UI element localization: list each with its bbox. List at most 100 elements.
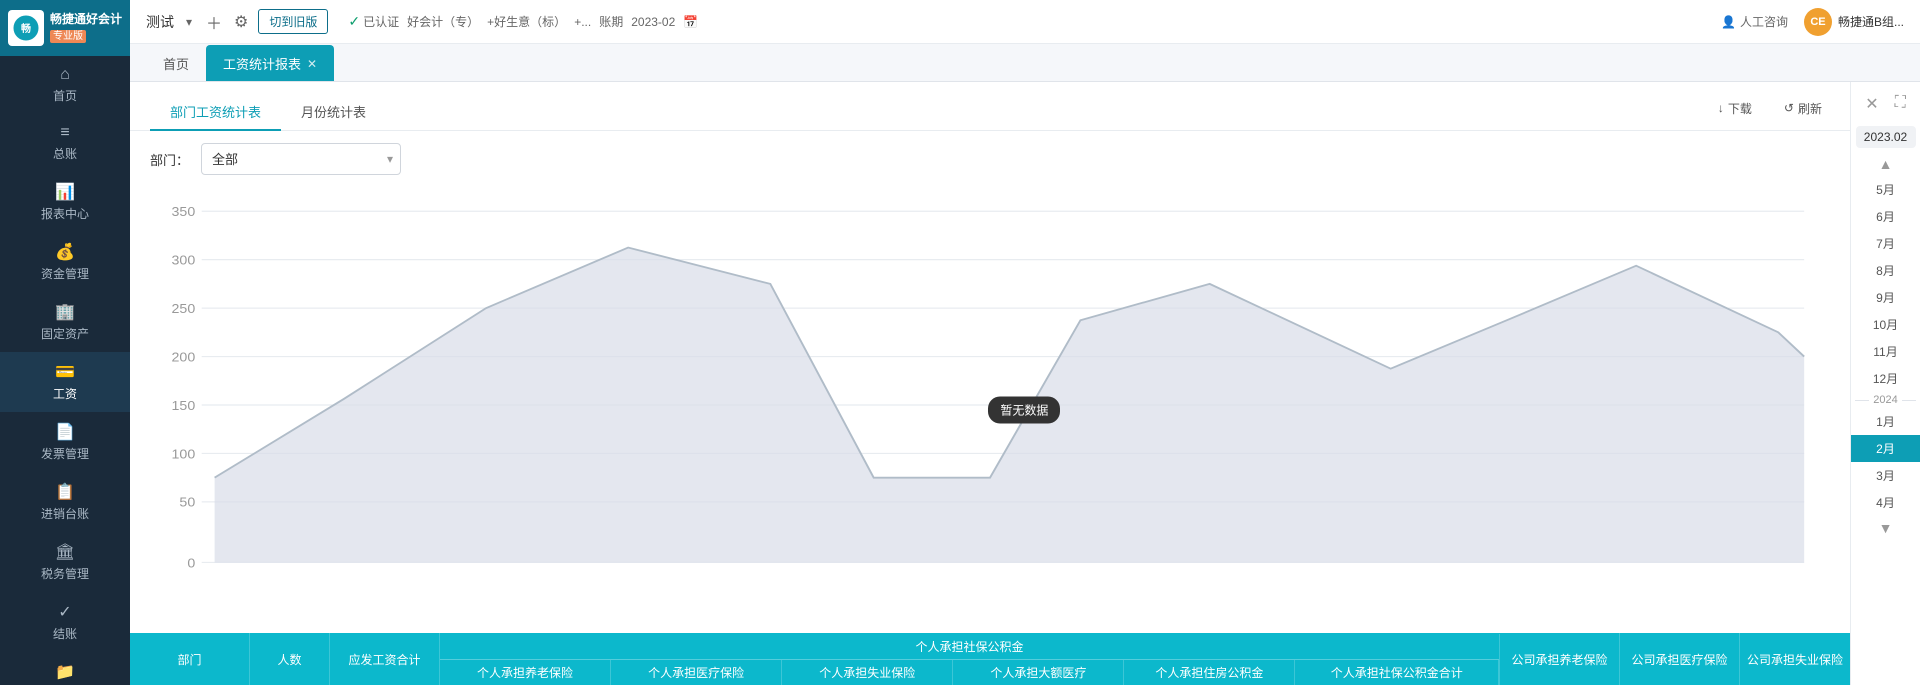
sub-tabs: 部门工资统计表 月份统计表 ↓ 下载 ↺ 刷新 (130, 82, 1850, 131)
download-button[interactable]: ↓ 下载 (1710, 96, 1760, 121)
svg-text:100: 100 (172, 447, 196, 462)
panel-top-buttons: ✕ ⛶ (1851, 90, 1920, 118)
sidebar-item-settle[interactable]: ✓ 结账 (0, 592, 130, 652)
sidebar-item-archive[interactable]: 📁 归档管理 (0, 652, 130, 685)
topbar-right: 👤 人工咨询 CE 畅捷通B组... (1721, 8, 1904, 36)
svg-text:畅: 畅 (21, 22, 31, 35)
sidebar-item-tax[interactable]: 🏛 税务管理 (0, 532, 130, 592)
tab-salary-report[interactable]: 工资统计报表 ✕ (206, 45, 334, 81)
check-icon: ✓ (348, 13, 360, 30)
group-label: 个人承担社保公积金 (440, 634, 1499, 660)
help-button[interactable]: 👤 人工咨询 (1721, 13, 1788, 30)
month-8[interactable]: 8月 (1851, 257, 1920, 284)
col-salary-total: 应发工资合计 (330, 633, 440, 685)
year-2024-label: 2024 (1869, 394, 1901, 406)
invoice-icon: 📄 (55, 422, 75, 442)
sidebar-item-label: 报表中心 (41, 205, 89, 222)
reports-icon: 📊 (55, 182, 75, 202)
settings-button[interactable]: ⚙ (232, 10, 250, 34)
sidebar-item-ledger[interactable]: ≡ 总账 (0, 114, 130, 172)
sub-tab-dept[interactable]: 部门工资统计表 (150, 94, 281, 131)
sidebar-logo: 畅 畅捷通好会计 专业版 (0, 0, 130, 56)
month-2024-3[interactable]: 3月 (1851, 462, 1920, 489)
col-medical: 个人承担医疗保险 (611, 660, 782, 685)
main-content: 测试 ▾ ＋ ⚙ 切到旧版 ✓ 已认证 好会计（专） +好生意（标） +... … (130, 0, 1920, 685)
sidebar-item-home[interactable]: ⌂ 首页 (0, 56, 130, 114)
sidebar-item-label: 固定资产 (41, 325, 89, 342)
sidebar-item-label: 总账 (53, 145, 77, 162)
sub-tab-monthly[interactable]: 月份统计表 (281, 94, 386, 131)
sidebar-item-salary[interactable]: 💳 工资 (0, 352, 130, 412)
dept-select-wrapper: 全部 ▾ (201, 143, 401, 175)
calendar-icon[interactable]: 📅 (683, 15, 698, 29)
company-name: 测试 (146, 12, 174, 32)
sidebar-item-label: 工资 (53, 385, 77, 402)
month-2024-4[interactable]: 4月 (1851, 489, 1920, 516)
sidebar-nav: ⌂ 首页 ≡ 总账 📊 报表中心 💰 资金管理 🏢 固定资产 💳 工资 📄 发票… (0, 56, 130, 685)
sidebar-item-label: 资金管理 (41, 265, 89, 282)
panel-close-button[interactable]: ✕ (1861, 90, 1882, 118)
col-co-medical: 公司承担医疗保险 (1620, 633, 1740, 685)
month-2024-1[interactable]: 1月 (1851, 408, 1920, 435)
refresh-button[interactable]: ↺ 刷新 (1776, 96, 1830, 121)
month-2024-2[interactable]: 2月 (1851, 435, 1920, 462)
col-co-unemployment: 公司承担失业保险 (1740, 633, 1850, 685)
topbar-actions: ＋ ⚙ 切到旧版 (204, 8, 328, 36)
month-7[interactable]: 7月 (1851, 230, 1920, 257)
sidebar-item-reports[interactable]: 📊 报表中心 (0, 172, 130, 232)
salary-icon: 💳 (55, 362, 75, 382)
month-nav-up[interactable]: ▲ (1875, 152, 1897, 176)
sidebar-item-funds[interactable]: 💰 资金管理 (0, 232, 130, 292)
toolbar: 部门： 全部 ▾ (130, 131, 1850, 187)
year-selector[interactable]: 2023.02 (1856, 126, 1916, 148)
svg-text:350: 350 (172, 204, 196, 219)
col-pension: 个人承担养老保险 (440, 660, 611, 685)
col-dept: 部门 (130, 633, 250, 685)
tab-bar: 首页 工资统计报表 ✕ (130, 44, 1920, 82)
tab-close-icon[interactable]: ✕ (307, 58, 317, 70)
sidebar-item-assets[interactable]: 🏢 固定资产 (0, 292, 130, 352)
sidebar-item-sales[interactable]: 📋 进销台账 (0, 472, 130, 532)
ledger-icon: ≡ (60, 124, 69, 142)
user-avatar: CE (1804, 8, 1832, 36)
sidebar-item-label: 进销台账 (41, 505, 89, 522)
topbar: 测试 ▾ ＋ ⚙ 切到旧版 ✓ 已认证 好会计（专） +好生意（标） +... … (130, 0, 1920, 44)
user-menu[interactable]: CE 畅捷通B组... (1804, 8, 1904, 36)
archive-icon: 📁 (55, 662, 75, 682)
svg-text:50: 50 (179, 495, 195, 510)
company-dropdown[interactable]: ▾ (186, 15, 192, 29)
funds-icon: 💰 (55, 242, 75, 262)
svg-text:200: 200 (172, 350, 196, 365)
logo-icon: 畅 (8, 10, 44, 46)
col-subtotal: 个人承担社保公积金合计 (1295, 660, 1499, 685)
sidebar-item-label: 结账 (53, 625, 77, 642)
topbar-status: ✓ 已认证 好会计（专） +好生意（标） +... 账期 2023-02 📅 (348, 13, 698, 30)
sidebar-item-invoice[interactable]: 📄 发票管理 (0, 412, 130, 472)
month-6[interactable]: 6月 (1851, 203, 1920, 230)
month-10[interactable]: 10月 (1851, 311, 1920, 338)
panel-expand-button[interactable]: ⛶ (1891, 90, 1910, 118)
month-9[interactable]: 9月 (1851, 284, 1920, 311)
certified-label: 已认证 (363, 13, 399, 30)
sales-icon: 📋 (55, 482, 75, 502)
dept-select[interactable]: 全部 (201, 143, 401, 175)
month-5[interactable]: 5月 (1851, 176, 1920, 203)
chart-tooltip: 暂无数据 (988, 397, 1060, 424)
month-11[interactable]: 11月 (1851, 338, 1920, 365)
add-button[interactable]: ＋ (204, 8, 224, 36)
month-nav-down[interactable]: ▼ (1875, 516, 1897, 540)
tab-home[interactable]: 首页 (146, 45, 206, 81)
col-unemployment: 个人承担失业保险 (782, 660, 953, 685)
col-co-pension: 公司承担养老保险 (1500, 633, 1620, 685)
dept-label: 部门： (150, 150, 189, 169)
month-12[interactable]: 12月 (1851, 365, 1920, 392)
home-icon: ⌂ (60, 66, 70, 84)
sidebar-item-label: 发票管理 (41, 445, 89, 462)
chart-area: 350 300 250 200 150 100 50 0 暂无数据 (130, 187, 1850, 633)
svg-text:150: 150 (172, 398, 196, 413)
sidebar: 畅 畅捷通好会计 专业版 ⌂ 首页 ≡ 总账 📊 报表中心 💰 资金管理 🏢 固… (0, 0, 130, 685)
switch-version-button[interactable]: 切到旧版 (258, 9, 328, 34)
period-label: 账期 (599, 13, 623, 30)
svg-text:300: 300 (172, 253, 196, 268)
type1-label: 好会计（专） (407, 13, 479, 30)
